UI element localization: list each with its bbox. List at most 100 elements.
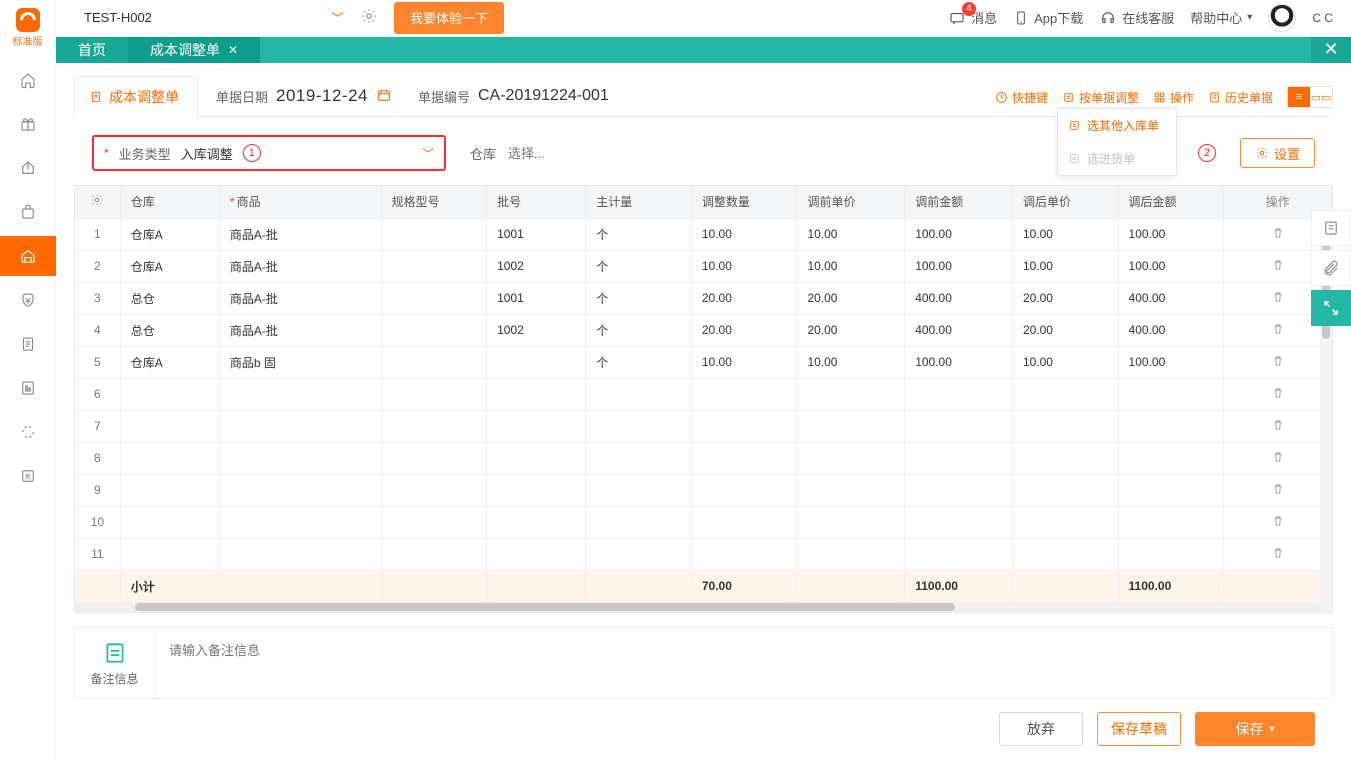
doc-type-tab[interactable]: 成本调整单 [74, 76, 198, 117]
save-draft-button[interactable]: 保存草稿 [1097, 712, 1181, 746]
save-button[interactable]: 保存▾ [1195, 712, 1315, 746]
tab-home[interactable]: 首页 [56, 37, 128, 63]
nav-money[interactable] [0, 280, 56, 320]
headset-icon [1099, 9, 1117, 27]
gear-icon[interactable] [360, 7, 378, 28]
warehouse-label: 仓库 [470, 144, 496, 163]
col-ap[interactable]: 调后单价 [1012, 186, 1118, 218]
tabs-close-all[interactable]: ✕ [1311, 37, 1351, 63]
dropdown-purchase[interactable]: 选进货单 [1058, 142, 1176, 175]
by-bill-action[interactable]: 按单据调整 [1062, 89, 1139, 106]
settings-button[interactable]: 设置 [1240, 138, 1315, 168]
horizontal-scrollbar[interactable] [75, 602, 1332, 612]
table-row[interactable]: 11 [75, 538, 1332, 570]
remark-input[interactable] [155, 628, 1332, 698]
table-row[interactable]: 4总仓商品A-批1002个20.0020.00400.0020.00400.00 [75, 314, 1332, 346]
history-action[interactable]: 历史单据 [1208, 89, 1273, 106]
nav-home[interactable] [0, 60, 56, 100]
delete-row[interactable] [1224, 474, 1332, 506]
try-button[interactable]: 我要体验一下 [394, 2, 504, 34]
remark-section: 备注信息 [74, 627, 1333, 699]
delete-row[interactable] [1224, 410, 1332, 442]
delete-row[interactable] [1224, 346, 1332, 378]
customer-service-link[interactable]: 在线客服 [1099, 8, 1174, 27]
by-bill-dropdown: 选其他入库单 选进货单 [1057, 108, 1177, 176]
nav-gift[interactable] [0, 104, 56, 144]
col-bp[interactable]: 调前单价 [797, 186, 905, 218]
data-grid: 仓库 商品 规格型号 批号 主计量 调整数量 调前单价 调前金额 调后单价 调后… [74, 185, 1333, 613]
nav-new[interactable]: 新 [0, 456, 56, 496]
subtotal-aa: 1100.00 [1118, 570, 1224, 602]
help-link[interactable]: 帮助中心 ▾ [1190, 8, 1252, 27]
tabs-strip: 首页 成本调整单✕ ✕ [56, 37, 1351, 63]
callout-1: 1 [243, 144, 261, 162]
rail-note[interactable] [1311, 210, 1351, 246]
app-download-link[interactable]: App下载 [1013, 8, 1083, 27]
business-type-select[interactable]: * 业务类型 入库调整 1 ﹀ [92, 135, 446, 171]
chevron-down-icon: ▾ [1247, 12, 1252, 23]
left-sidebar: 标准版 新 [0, 0, 56, 759]
nav-loop[interactable] [0, 412, 56, 452]
date-label: 单据日期 [216, 87, 268, 106]
subtotal-label: 小计 [120, 570, 219, 602]
table-row[interactable]: 10 [75, 506, 1332, 538]
view-toggle[interactable]: ≡ ▭▭ [1287, 86, 1333, 108]
discard-button[interactable]: 放弃 [999, 712, 1083, 746]
table-row[interactable]: 7 [75, 410, 1332, 442]
nav-upload[interactable] [0, 148, 56, 188]
col-ba[interactable]: 调前金额 [905, 186, 1013, 218]
doc-icon [89, 90, 103, 104]
delete-row[interactable] [1224, 442, 1332, 474]
chevron-down-icon: ﹀ [422, 145, 434, 162]
user-name: C C [1312, 11, 1333, 25]
table-row[interactable]: 5仓库A商品b 固个10.0010.00100.0010.00100.00 [75, 346, 1332, 378]
col-unit[interactable]: 主计量 [586, 186, 692, 218]
brand-logo: 标准版 [0, 0, 56, 56]
ops-action[interactable]: 操作 [1153, 89, 1194, 106]
rail-expand[interactable] [1311, 290, 1351, 326]
table-row[interactable]: 9 [75, 474, 1332, 506]
nav-bag[interactable] [0, 192, 56, 232]
nav-warehouse[interactable] [0, 236, 56, 276]
delete-row[interactable] [1224, 538, 1332, 570]
warehouse-input[interactable] [508, 146, 688, 161]
calendar-icon[interactable] [376, 87, 392, 106]
table-row[interactable]: 3总仓商品A-批1001个20.0020.00400.0020.00400.00 [75, 282, 1332, 314]
col-aa[interactable]: 调后金额 [1118, 186, 1224, 218]
date-value[interactable]: 2019-12-24 [276, 86, 368, 106]
chevron-down-icon: ﹀ [331, 8, 344, 27]
delete-row[interactable] [1224, 378, 1332, 410]
messages-link[interactable]: 消息 [948, 8, 997, 27]
col-batch[interactable]: 批号 [487, 186, 586, 218]
col-product[interactable]: 商品 [219, 186, 381, 218]
col-qty[interactable]: 调整数量 [691, 186, 797, 218]
avatar[interactable] [1268, 4, 1296, 32]
col-gear[interactable] [75, 186, 120, 218]
table-row[interactable]: 2仓库A商品A-批1002个10.0010.00100.0010.00100.0… [75, 250, 1332, 282]
code-label: 单据编号 [418, 87, 470, 106]
table-row[interactable]: 6 [75, 378, 1332, 410]
right-rail [1311, 210, 1351, 326]
rail-attach[interactable] [1311, 250, 1351, 286]
message-icon [948, 9, 966, 27]
list-view-icon[interactable]: ≡ [1288, 87, 1310, 107]
org-selector[interactable]: TEST-H002 ﹀ [84, 8, 344, 27]
code-value: CA-20191224-001 [478, 87, 609, 105]
dropdown-other-in[interactable]: 选其他入库单 [1058, 109, 1176, 142]
nav-report[interactable] [0, 368, 56, 408]
table-row[interactable]: 1仓库A商品A-批1001个10.0010.00100.0010.00100.0… [75, 218, 1332, 250]
nav-doc[interactable] [0, 324, 56, 364]
col-warehouse[interactable]: 仓库 [120, 186, 219, 218]
phone-icon [1013, 9, 1029, 27]
delete-row[interactable] [1224, 506, 1332, 538]
col-spec[interactable]: 规格型号 [381, 186, 487, 218]
shortcut-action[interactable]: 快捷键 [995, 89, 1048, 106]
close-icon[interactable]: ✕ [228, 43, 238, 57]
subtotal-ba: 1100.00 [905, 570, 1013, 602]
topbar: TEST-H002 ﹀ 我要体验一下 消息 App下载 在线客服 帮助中心 [56, 0, 1351, 37]
callout-2: 2 [1198, 144, 1216, 162]
grid-view-icon[interactable]: ▭▭ [1310, 87, 1332, 107]
note-icon [102, 640, 128, 666]
tab-cost-adjust[interactable]: 成本调整单✕ [128, 37, 260, 63]
table-row[interactable]: 8 [75, 442, 1332, 474]
